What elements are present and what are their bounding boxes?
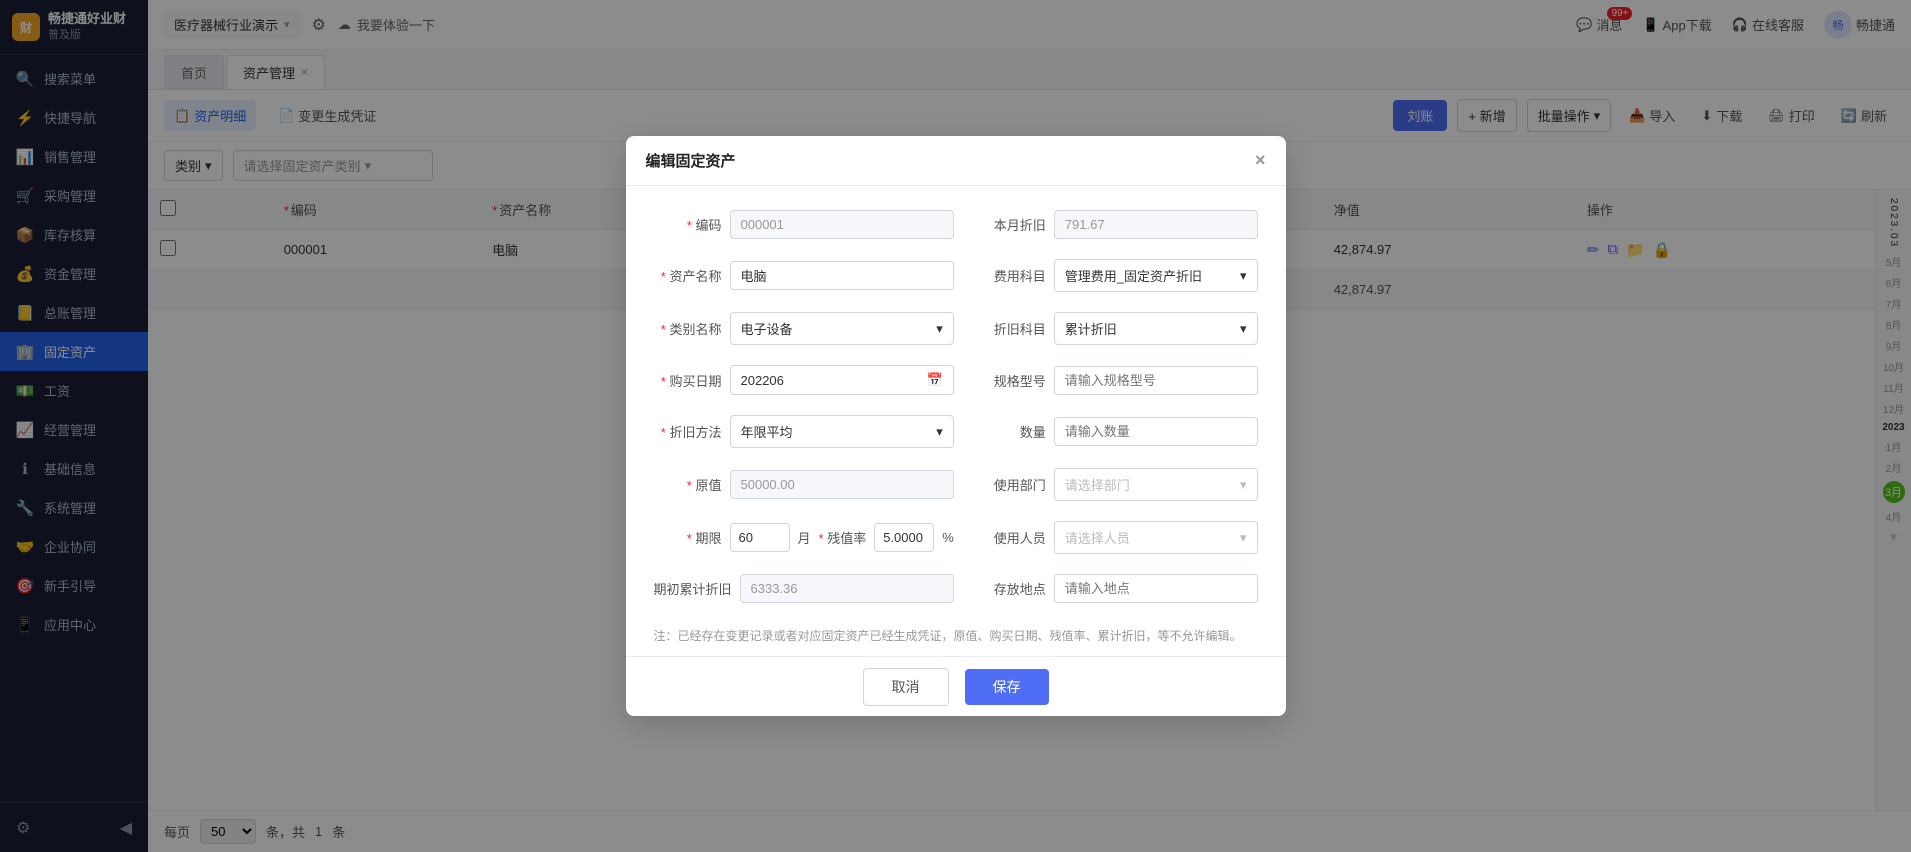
period-label: * 期限 — [654, 528, 722, 547]
save-btn[interactable]: 保存 — [965, 669, 1049, 705]
user-label: 使用人员 — [978, 528, 1046, 547]
code-field-row: * 编码 — [654, 210, 954, 239]
department-field-row: 使用部门 请选择部门 ▾ — [978, 468, 1258, 501]
original-value-input[interactable] — [730, 470, 954, 499]
category-field-row: * 类别名称 电子设备 ▾ — [654, 312, 954, 345]
initial-dep-field-row: 期初累计折旧 — [654, 574, 954, 603]
monthly-dep-label: 本月折旧 — [978, 215, 1046, 234]
user-field-row: 使用人员 请选择人员 ▾ — [978, 521, 1258, 554]
dep-method-select[interactable]: 年限平均 ▾ — [730, 415, 954, 448]
period-residual-inline: 月 * 残值率 % — [730, 523, 954, 552]
dep-subject-caret-icon: ▾ — [1240, 321, 1247, 337]
expense-subject-field-row: 费用科目 管理费用_固定资产折旧 ▾ — [978, 259, 1258, 292]
dialog-close-btn[interactable]: × — [1255, 150, 1266, 171]
dep-subject-select[interactable]: 累计折旧 ▾ — [1054, 312, 1258, 345]
asset-name-label: * 资产名称 — [654, 266, 722, 285]
expense-subject-select[interactable]: 管理费用_固定资产折旧 ▾ — [1054, 259, 1258, 292]
dialog-note: 注：已经存在变更记录或者对应固定资产已经生成凭证，原值、购买日期、残值率、累计折… — [626, 619, 1286, 656]
quantity-field-row: 数量 — [978, 415, 1258, 448]
initial-dep-label: 期初累计折旧 — [654, 579, 732, 598]
residual-rate-unit: % — [942, 530, 954, 545]
dialog-title: 编辑固定资产 — [646, 150, 736, 171]
residual-rate-label: * 残值率 — [819, 528, 867, 547]
spec-input[interactable] — [1054, 366, 1258, 395]
edit-fixed-asset-dialog: 编辑固定资产 × * 编码 本月折旧 * — [626, 136, 1286, 716]
period-input[interactable] — [730, 523, 790, 552]
asset-name-field-row: * 资产名称 — [654, 259, 954, 292]
dep-method-field-row: * 折旧方法 年限平均 ▾ — [654, 415, 954, 448]
monthly-dep-input[interactable] — [1054, 210, 1258, 239]
category-select[interactable]: 电子设备 ▾ — [730, 312, 954, 345]
location-input[interactable] — [1054, 574, 1258, 603]
code-input[interactable] — [730, 210, 954, 239]
dialog-body: * 编码 本月折旧 * 资产名称 — [626, 186, 1286, 619]
purchase-date-field-row: * 购买日期 202206 📅 — [654, 365, 954, 395]
dep-method-caret-icon: ▾ — [936, 424, 943, 440]
department-select[interactable]: 请选择部门 ▾ — [1054, 468, 1258, 501]
category-caret-icon: ▾ — [936, 321, 943, 337]
initial-dep-input[interactable] — [740, 574, 954, 603]
asset-name-input[interactable] — [730, 261, 954, 290]
expense-subject-caret-icon: ▾ — [1240, 268, 1247, 284]
original-value-label: * 原值 — [654, 475, 722, 494]
location-field-row: 存放地点 — [978, 574, 1258, 603]
user-caret-icon: ▾ — [1240, 530, 1247, 546]
dialog-footer: 取消 保存 — [626, 656, 1286, 716]
quantity-input[interactable] — [1054, 417, 1258, 446]
purchase-date-input[interactable]: 202206 📅 — [730, 365, 954, 395]
dialog-overlay: 编辑固定资产 × * 编码 本月折旧 * — [0, 0, 1911, 852]
original-value-field-row: * 原值 — [654, 468, 954, 501]
dep-subject-label: 折旧科目 — [978, 319, 1046, 338]
department-caret-icon: ▾ — [1240, 477, 1247, 493]
category-field-label: * 类别名称 — [654, 319, 722, 338]
location-label: 存放地点 — [978, 579, 1046, 598]
dep-subject-field-row: 折旧科目 累计折旧 ▾ — [978, 312, 1258, 345]
cancel-btn[interactable]: 取消 — [863, 668, 949, 706]
expense-subject-label: 费用科目 — [978, 266, 1046, 285]
spec-field-row: 规格型号 — [978, 365, 1258, 395]
monthly-dep-field-row: 本月折旧 — [978, 210, 1258, 239]
department-label: 使用部门 — [978, 475, 1046, 494]
user-select[interactable]: 请选择人员 ▾ — [1054, 521, 1258, 554]
period-unit: 月 — [798, 528, 811, 547]
dep-method-label: * 折旧方法 — [654, 422, 722, 441]
calendar-icon: 📅 — [927, 372, 943, 388]
code-label: * 编码 — [654, 215, 722, 234]
quantity-label: 数量 — [978, 422, 1046, 441]
period-residual-field-row: * 期限 月 * 残值率 % — [654, 521, 954, 554]
spec-label: 规格型号 — [978, 371, 1046, 390]
residual-rate-input[interactable] — [874, 523, 934, 552]
dialog-header: 编辑固定资产 × — [626, 136, 1286, 186]
purchase-date-label: * 购买日期 — [654, 371, 722, 390]
